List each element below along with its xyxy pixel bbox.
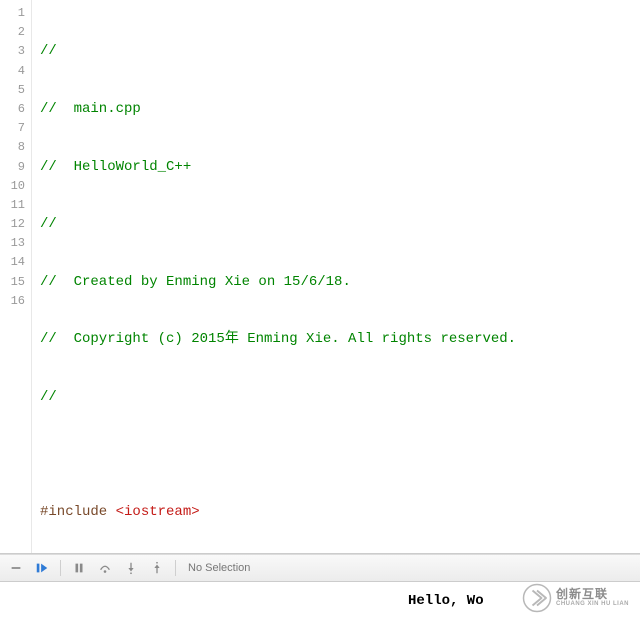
code-line: // Copyright (c) 2015年 Enming Xie. All r… — [40, 330, 640, 349]
line-number: 12 — [0, 215, 25, 234]
console-output[interactable]: Hello, Wo 创新互联 CHUANG XIN HU LIAN — [0, 582, 640, 619]
watermark-brand: 创新互联 — [556, 587, 608, 601]
step-into-icon[interactable] — [123, 560, 139, 576]
code-line: #include <iostream> — [40, 503, 640, 522]
watermark: 创新互联 CHUANG XIN HU LIAN — [522, 583, 632, 613]
line-number: 15 — [0, 273, 25, 292]
separator — [60, 560, 61, 576]
watermark-logo-icon — [522, 583, 552, 613]
continue-icon[interactable] — [34, 560, 50, 576]
line-number: 2 — [0, 23, 25, 42]
code-line: // — [40, 215, 640, 234]
step-over-icon[interactable] — [97, 560, 113, 576]
line-number: 4 — [0, 62, 25, 81]
toggle-breakpoints-icon[interactable] — [8, 560, 24, 576]
console-text: Hello, Wo — [408, 593, 484, 609]
line-number: 7 — [0, 119, 25, 138]
line-number: 13 — [0, 234, 25, 253]
code-line: // main.cpp — [40, 100, 640, 119]
watermark-brand-pinyin: CHUANG XIN HU LIAN — [556, 601, 629, 608]
line-number: 6 — [0, 100, 25, 119]
line-number: 5 — [0, 81, 25, 100]
line-number: 14 — [0, 253, 25, 272]
code-line: // — [40, 42, 640, 61]
code-line: // Created by Enming Xie on 15/6/18. — [40, 273, 640, 292]
line-number: 8 — [0, 138, 25, 157]
step-out-icon[interactable] — [149, 560, 165, 576]
pause-icon[interactable] — [71, 560, 87, 576]
line-number: 1 — [0, 4, 25, 23]
line-number: 9 — [0, 158, 25, 177]
separator — [175, 560, 176, 576]
code-area[interactable]: // // main.cpp // HelloWorld_C++ // // C… — [32, 0, 640, 553]
debug-selection-label: No Selection — [188, 562, 250, 574]
line-number-gutter: 1 2 3 4 5 6 7 8 9 10 11 12 13 14 15 16 — [0, 0, 32, 553]
line-number: 16 — [0, 292, 25, 311]
line-number: 3 — [0, 42, 25, 61]
code-editor[interactable]: 1 2 3 4 5 6 7 8 9 10 11 12 13 14 15 16 /… — [0, 0, 640, 554]
code-line: // HelloWorld_C++ — [40, 158, 640, 177]
code-line — [40, 446, 640, 465]
line-number: 10 — [0, 177, 25, 196]
line-number: 11 — [0, 196, 25, 215]
code-line: // — [40, 388, 640, 407]
